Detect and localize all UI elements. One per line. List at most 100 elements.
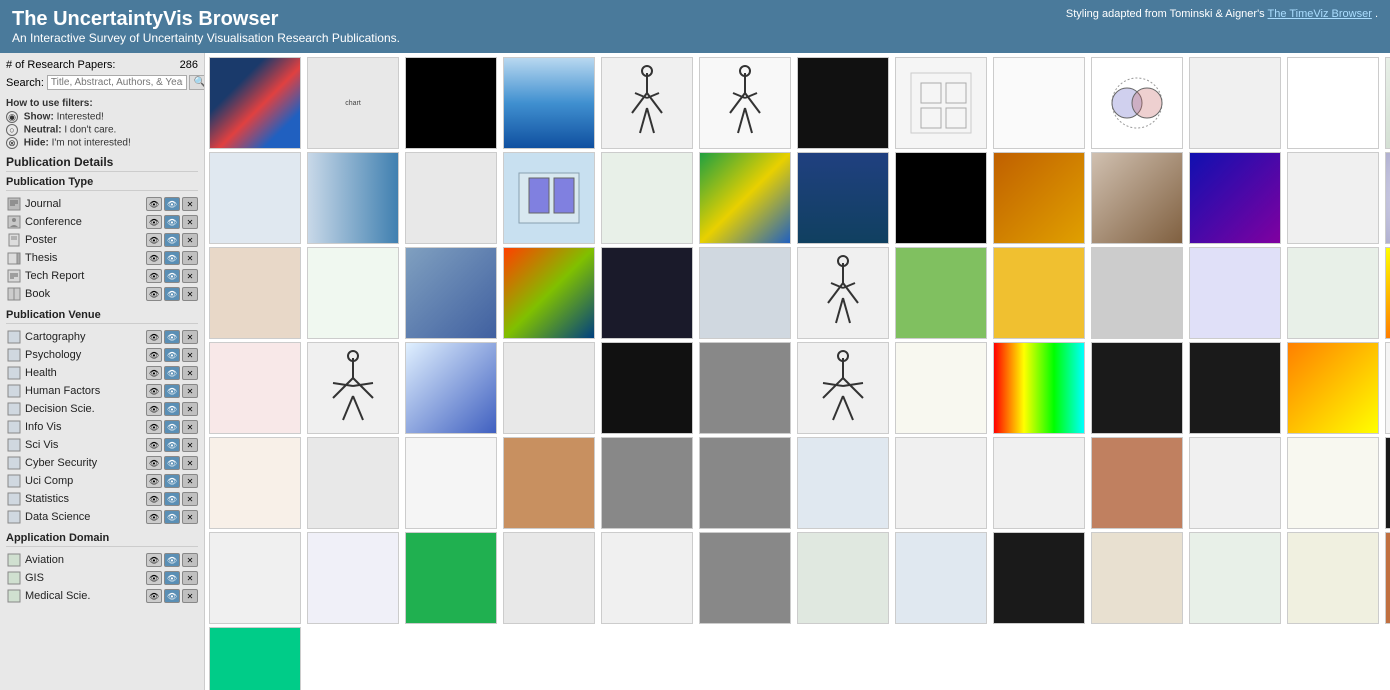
data-science-show-btn[interactable]: 👁 (146, 510, 162, 524)
uci-comp-hide-btn[interactable]: ✕ (182, 474, 198, 488)
thumbnail-46[interactable] (601, 342, 693, 434)
thumbnail-74[interactable] (601, 532, 693, 624)
attribution-link[interactable]: The TimeViz Browser (1268, 8, 1372, 20)
tech-report-show-btn[interactable]: 👁 (146, 269, 162, 283)
filter-aviation[interactable]: Aviation 👁 👁 ✕ (6, 551, 198, 569)
thumbnail-38[interactable] (1189, 247, 1281, 339)
thumbnail-81[interactable] (1287, 532, 1379, 624)
thumbnail-62[interactable] (797, 437, 889, 529)
thumbnail-58[interactable] (405, 437, 497, 529)
thumbnail-65[interactable] (1091, 437, 1183, 529)
medical-sci-neutral-btn[interactable]: 👁 (164, 589, 180, 603)
search-input[interactable] (47, 75, 187, 90)
thumbnail-61[interactable] (699, 437, 791, 529)
thumbnail-51[interactable] (1091, 342, 1183, 434)
conference-show-btn[interactable]: 👁 (146, 215, 162, 229)
filter-medical-sci[interactable]: Medical Scie. 👁 👁 ✕ (6, 587, 198, 605)
thumbnail-30[interactable] (405, 247, 497, 339)
data-science-neutral-btn[interactable]: 👁 (164, 510, 180, 524)
thumbnail-79[interactable] (1091, 532, 1183, 624)
decision-sci-hide-btn[interactable]: ✕ (182, 402, 198, 416)
filter-book[interactable]: Book 👁 👁 ✕ (6, 285, 198, 303)
thesis-hide-btn[interactable]: ✕ (182, 251, 198, 265)
health-hide-btn[interactable]: ✕ (182, 366, 198, 380)
gis-hide-btn[interactable]: ✕ (182, 571, 198, 585)
medical-sci-hide-btn[interactable]: ✕ (182, 589, 198, 603)
thumbnail-78[interactable] (993, 532, 1085, 624)
thumbnail-31[interactable] (503, 247, 595, 339)
tech-report-neutral-btn[interactable]: 👁 (164, 269, 180, 283)
filter-thesis[interactable]: Thesis 👁 👁 ✕ (6, 249, 198, 267)
cyber-security-show-btn[interactable]: 👁 (146, 456, 162, 470)
thumbnail-2[interactable] (405, 57, 497, 149)
thumbnail-3[interactable] (503, 57, 595, 149)
health-neutral-btn[interactable]: 👁 (164, 366, 180, 380)
poster-neutral-btn[interactable]: 👁 (164, 233, 180, 247)
thumbnail-82[interactable] (1385, 532, 1390, 624)
uci-comp-neutral-btn[interactable]: 👁 (164, 474, 180, 488)
medical-sci-show-btn[interactable]: 👁 (146, 589, 162, 603)
thumbnail-10[interactable] (1189, 57, 1281, 149)
filter-psychology[interactable]: Psychology 👁 👁 ✕ (6, 346, 198, 364)
sci-vis-neutral-btn[interactable]: 👁 (164, 438, 180, 452)
thumbnail-29[interactable] (307, 247, 399, 339)
decision-sci-show-btn[interactable]: 👁 (146, 402, 162, 416)
conference-neutral-btn[interactable]: 👁 (164, 215, 180, 229)
thumbnail-75[interactable] (699, 532, 791, 624)
aviation-show-btn[interactable]: 👁 (146, 553, 162, 567)
thumbnail-57[interactable] (307, 437, 399, 529)
filter-tech-report[interactable]: Tech Report 👁 👁 ✕ (6, 267, 198, 285)
human-factors-show-btn[interactable]: 👁 (146, 384, 162, 398)
gis-neutral-btn[interactable]: 👁 (164, 571, 180, 585)
thumbnail-47[interactable] (699, 342, 791, 434)
thumbnail-70[interactable] (209, 532, 301, 624)
content-area[interactable]: chart (205, 53, 1390, 690)
thumbnail-36[interactable] (993, 247, 1085, 339)
filter-uci-comp[interactable]: Uci Comp 👁 👁 ✕ (6, 472, 198, 490)
thumbnail-66[interactable] (1189, 437, 1281, 529)
book-neutral-btn[interactable]: 👁 (164, 287, 180, 301)
thumbnail-32[interactable] (601, 247, 693, 339)
thumbnail-1[interactable]: chart (307, 57, 399, 149)
thumbnail-28[interactable] (209, 247, 301, 339)
conference-hide-btn[interactable]: ✕ (182, 215, 198, 229)
psychology-hide-btn[interactable]: ✕ (182, 348, 198, 362)
thumbnail-49[interactable] (895, 342, 987, 434)
human-factors-hide-btn[interactable]: ✕ (182, 384, 198, 398)
thumbnail-73[interactable] (503, 532, 595, 624)
info-vis-neutral-btn[interactable]: 👁 (164, 420, 180, 434)
thumbnail-23[interactable] (1091, 152, 1183, 244)
thumbnail-52[interactable] (1189, 342, 1281, 434)
statistics-hide-btn[interactable]: ✕ (182, 492, 198, 506)
thumbnail-56[interactable] (209, 437, 301, 529)
filter-human-factors[interactable]: Human Factors 👁 👁 ✕ (6, 382, 198, 400)
statistics-neutral-btn[interactable]: 👁 (164, 492, 180, 506)
thesis-show-btn[interactable]: 👁 (146, 251, 162, 265)
thumbnail-71[interactable] (307, 532, 399, 624)
thumbnail-64[interactable] (993, 437, 1085, 529)
thumbnail-5[interactable] (699, 57, 791, 149)
filter-conference[interactable]: Conference 👁 👁 ✕ (6, 213, 198, 231)
filter-data-science[interactable]: Data Science 👁 👁 ✕ (6, 508, 198, 526)
uci-comp-show-btn[interactable]: 👁 (146, 474, 162, 488)
thumbnail-59[interactable] (503, 437, 595, 529)
thumbnail-68[interactable] (1385, 437, 1390, 529)
thumbnail-63[interactable] (895, 437, 987, 529)
filter-cartography[interactable]: Cartography 👁 👁 ✕ (6, 328, 198, 346)
thumbnail-84[interactable] (209, 627, 301, 690)
thumbnail-45[interactable] (503, 342, 595, 434)
thumbnail-25[interactable] (1287, 152, 1379, 244)
gis-show-btn[interactable]: 👁 (146, 571, 162, 585)
thumbnail-24[interactable] (1189, 152, 1281, 244)
filter-info-vis[interactable]: Info Vis 👁 👁 ✕ (6, 418, 198, 436)
search-button[interactable]: 🔍 (189, 75, 205, 90)
thumbnail-42[interactable] (209, 342, 301, 434)
info-vis-show-btn[interactable]: 👁 (146, 420, 162, 434)
psychology-show-btn[interactable]: 👁 (146, 348, 162, 362)
thumbnail-14[interactable] (209, 152, 301, 244)
filter-journal[interactable]: Journal 👁 👁 ✕ (6, 195, 198, 213)
filter-poster[interactable]: Poster 👁 👁 ✕ (6, 231, 198, 249)
info-vis-hide-btn[interactable]: ✕ (182, 420, 198, 434)
thumbnail-44[interactable] (405, 342, 497, 434)
thesis-neutral-btn[interactable]: 👁 (164, 251, 180, 265)
